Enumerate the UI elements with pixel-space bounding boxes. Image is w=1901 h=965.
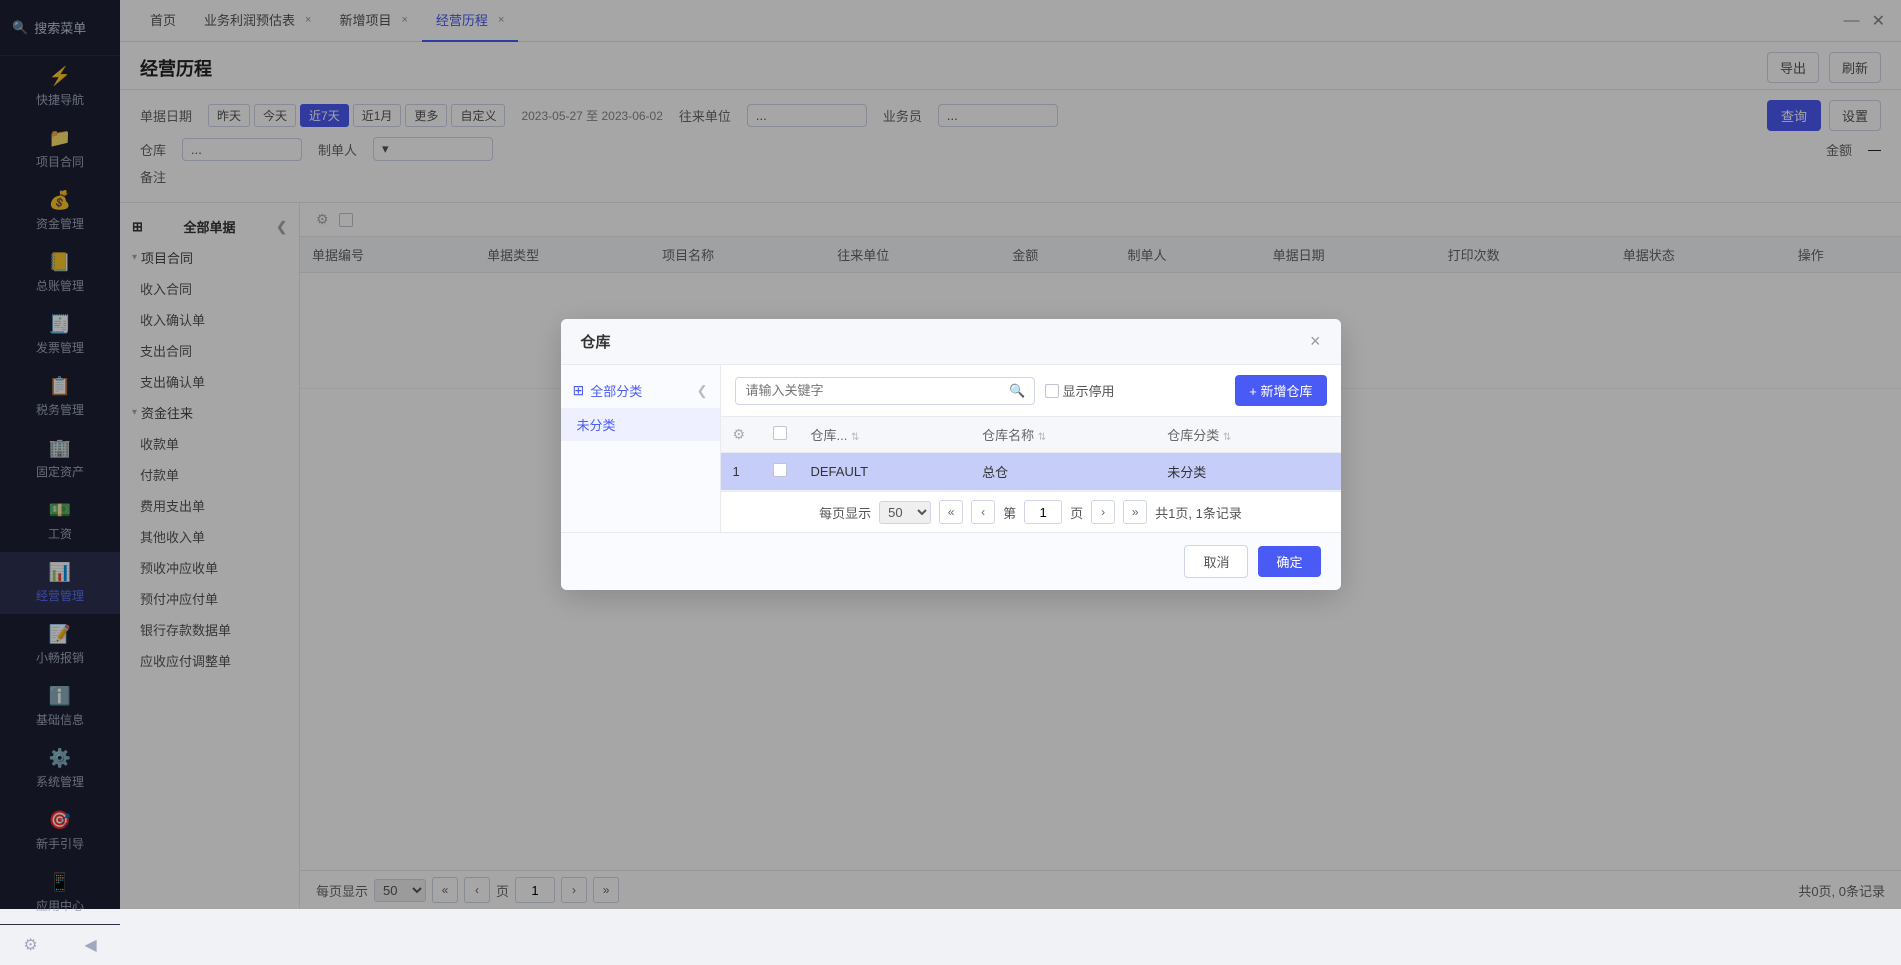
modal-search: 🔍 [735, 377, 1035, 405]
add-warehouse-button[interactable]: + 新增仓库 [1235, 375, 1326, 406]
modal-page-suffix: 页 [1070, 503, 1083, 522]
cell-name: 总仓 [970, 453, 1155, 491]
show-disabled-checkbox[interactable] [1045, 384, 1059, 398]
cell-check[interactable] [761, 453, 799, 491]
modal-toolbar: 🔍 显示停用 + 新增仓库 [721, 365, 1341, 417]
sidebar-bottom: ⚙ ◀ [0, 924, 120, 965]
modal-page-size-label: 每页显示 [819, 503, 871, 522]
modal-header: 仓库 × [561, 319, 1341, 365]
sort-icon-code: ⇅ [851, 432, 859, 443]
modal-confirm-button[interactable]: 确定 [1258, 546, 1320, 577]
modal-tree-header[interactable]: ⊞ 全部分类 ❮ [561, 373, 720, 408]
tree-all-label: 全部分类 [590, 381, 642, 400]
modal-table-area: ⚙ 仓库... ⇅ 仓库名称 ⇅ 仓库分类 ⇅ 1 DEFA [721, 417, 1341, 491]
col-warehouse-code: 仓库... ⇅ [799, 417, 971, 453]
col-warehouse-category: 仓库分类 ⇅ [1155, 417, 1340, 453]
cell-code: DEFAULT [799, 453, 971, 491]
tree-collapse-button[interactable]: ❮ [697, 383, 708, 399]
sort-icon-name: ⇅ [1038, 432, 1046, 443]
modal-pagination: 每页显示 50 100 « ‹ 第 页 › » 共1页, 1条记录 [721, 491, 1341, 532]
modal-total-info: 共1页, 1条记录 [1155, 503, 1242, 522]
modal-tree: ⊞ 全部分类 ❮ 未分类 [561, 365, 721, 532]
warehouse-modal: 仓库 × ⊞ 全部分类 ❮ 未分类 🔍 [561, 319, 1341, 590]
modal-page-size-select[interactable]: 50 100 [879, 501, 931, 524]
modal-last-page[interactable]: » [1123, 500, 1147, 524]
col-gear: ⚙ [721, 417, 761, 453]
show-disabled-text: 显示停用 [1063, 381, 1115, 400]
modal-prev-page[interactable]: ‹ [971, 500, 995, 524]
modal-search-icon[interactable]: 🔍 [1001, 378, 1033, 404]
modal-page-label: 第 [1003, 503, 1016, 522]
modal-table: ⚙ 仓库... ⇅ 仓库名称 ⇅ 仓库分类 ⇅ 1 DEFA [721, 417, 1341, 491]
modal-first-page[interactable]: « [939, 500, 963, 524]
modal-overlay: 仓库 × ⊞ 全部分类 ❮ 未分类 🔍 [0, 0, 1901, 909]
show-disabled-label[interactable]: 显示停用 [1045, 381, 1115, 400]
cell-seq: 1 [721, 453, 761, 491]
modal-body: ⊞ 全部分类 ❮ 未分类 🔍 显示停用 [561, 365, 1341, 532]
modal-close-button[interactable]: × [1310, 331, 1321, 352]
col-check [761, 417, 799, 453]
modal-page-input[interactable] [1024, 500, 1062, 524]
sidebar-expand-icon[interactable]: ◀ [84, 935, 96, 955]
sort-icon-cat: ⇅ [1223, 432, 1231, 443]
tree-item-uncategorized[interactable]: 未分类 [561, 408, 720, 441]
table-gear-icon[interactable]: ⚙ [733, 426, 746, 442]
cell-category: 未分类 [1155, 453, 1340, 491]
tree-grid-icon: ⊞ [573, 382, 585, 399]
modal-next-page[interactable]: › [1091, 500, 1115, 524]
row-checkbox[interactable] [773, 463, 787, 477]
modal-table-header: ⚙ 仓库... ⇅ 仓库名称 ⇅ 仓库分类 ⇅ [721, 417, 1341, 453]
modal-title: 仓库 [581, 331, 611, 352]
modal-table-body: 1 DEFAULT 总仓 未分类 [721, 453, 1341, 491]
modal-content-area: 🔍 显示停用 + 新增仓库 ⚙ [721, 365, 1341, 532]
sidebar-settings-icon[interactable]: ⚙ [23, 935, 37, 955]
header-checkbox[interactable] [773, 426, 787, 440]
warehouse-row-1[interactable]: 1 DEFAULT 总仓 未分类 [721, 453, 1341, 491]
col-warehouse-name: 仓库名称 ⇅ [970, 417, 1155, 453]
modal-search-input[interactable] [736, 378, 1002, 403]
modal-header-row: ⚙ 仓库... ⇅ 仓库名称 ⇅ 仓库分类 ⇅ [721, 417, 1341, 453]
modal-cancel-button[interactable]: 取消 [1184, 545, 1248, 578]
modal-footer: 取消 确定 [561, 532, 1341, 590]
